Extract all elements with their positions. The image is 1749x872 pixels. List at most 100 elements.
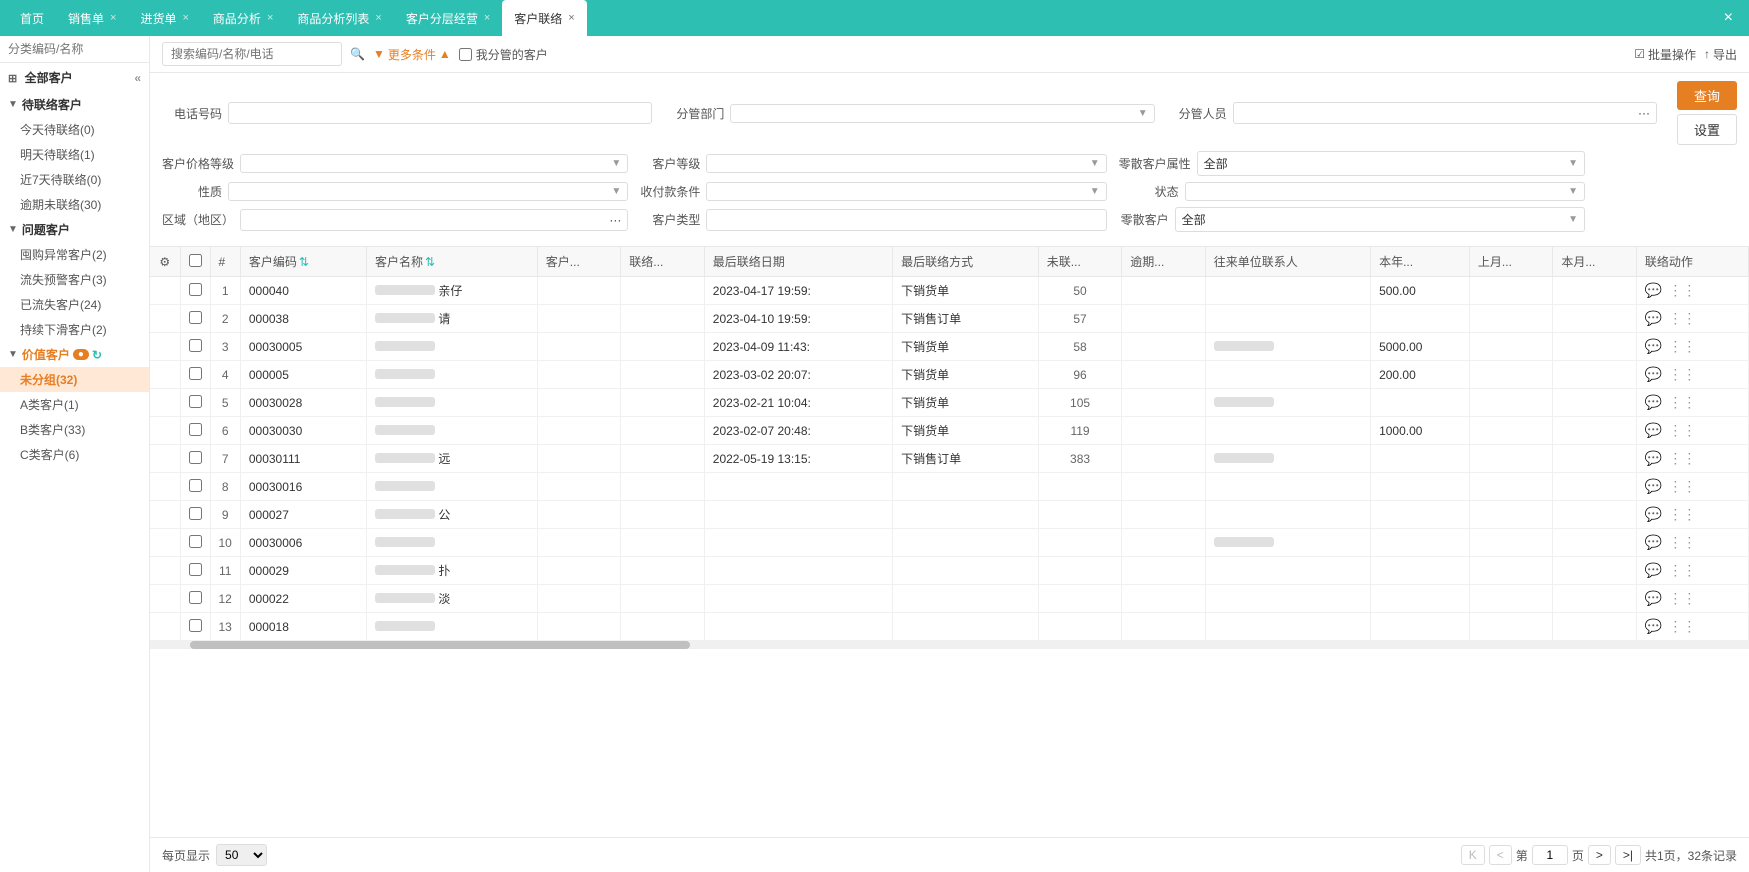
sidebar-item-today-pending[interactable]: 今天待联络(0) [0, 117, 149, 142]
tab-sales[interactable]: 销售单 × [56, 0, 128, 36]
row-checkbox[interactable] [189, 563, 202, 576]
contact-action-icon[interactable]: 💬 [1645, 422, 1662, 439]
contact-action-icon[interactable]: 💬 [1645, 478, 1662, 495]
contact-action-icon[interactable]: 💬 [1645, 310, 1662, 327]
more-action-icon[interactable]: ⋮⋮ [1668, 422, 1696, 439]
row-checkbox[interactable] [189, 283, 202, 296]
more-action-icon[interactable]: ⋮⋮ [1668, 534, 1696, 551]
row-checkbox-cell[interactable] [180, 277, 210, 305]
sidebar-item-declining[interactable]: 持续下滑客户(2) [0, 317, 149, 342]
region-dots-icon[interactable]: ··· [609, 213, 621, 227]
dept-select[interactable]: ▼ [730, 104, 1154, 123]
tab-customer-segment[interactable]: 客户分层经营 × [394, 0, 502, 36]
nav-close-button[interactable]: × [1716, 9, 1741, 27]
contact-action-icon[interactable]: 💬 [1645, 562, 1662, 579]
more-action-icon[interactable]: ⋮⋮ [1668, 562, 1696, 579]
row-checkbox[interactable] [189, 507, 202, 520]
query-button[interactable]: 查询 [1677, 81, 1737, 110]
more-action-icon[interactable]: ⋮⋮ [1668, 450, 1696, 467]
sidebar-group-pending[interactable]: ▼ 待联络客户 [0, 92, 149, 117]
row-checkbox[interactable] [189, 451, 202, 464]
row-checkbox-cell[interactable] [180, 557, 210, 585]
tab-product-analysis-list[interactable]: 商品分析列表 × [285, 0, 393, 36]
prev-page-btn[interactable]: < [1489, 845, 1512, 865]
all-customers-header[interactable]: ⊞ 全部客户 « [0, 63, 149, 92]
row-checkbox[interactable] [189, 619, 202, 632]
row-checkbox-cell[interactable] [180, 417, 210, 445]
more-action-icon[interactable]: ⋮⋮ [1668, 366, 1696, 383]
row-checkbox-cell[interactable] [180, 613, 210, 641]
row-checkbox-cell[interactable] [180, 305, 210, 333]
sidebar-item-class-a[interactable]: A类客户(1) [0, 392, 149, 417]
row-checkbox[interactable] [189, 423, 202, 436]
search-input[interactable] [162, 42, 342, 66]
tab-product-analysis[interactable]: 商品分析 × [201, 0, 285, 36]
row-checkbox-cell[interactable] [180, 389, 210, 417]
payment-select[interactable]: ▼ [706, 182, 1106, 201]
contact-action-icon[interactable]: 💬 [1645, 618, 1662, 635]
row-checkbox-cell[interactable] [180, 529, 210, 557]
more-conditions-btn[interactable]: ▼ 更多条件 ▲ [373, 46, 451, 63]
horizontal-scrollbar-thumb[interactable] [190, 641, 690, 649]
nature-select[interactable]: ▼ [228, 182, 628, 201]
retail-attr-select[interactable]: 全部 ▼ [1197, 151, 1585, 176]
bulk-operations-btn[interactable]: ☑ 批量操作 [1634, 46, 1696, 63]
sidebar-search-input[interactable] [8, 42, 150, 56]
contact-action-icon[interactable]: 💬 [1645, 338, 1662, 355]
price-grade-select[interactable]: ▼ [240, 154, 628, 173]
close-purchase-icon[interactable]: × [182, 12, 188, 24]
more-action-icon[interactable]: ⋮⋮ [1668, 282, 1696, 299]
sidebar-item-week-pending[interactable]: 近7天待联络(0) [0, 167, 149, 192]
contact-action-icon[interactable]: 💬 [1645, 590, 1662, 607]
sidebar-item-class-b[interactable]: B类客户(33) [0, 417, 149, 442]
reset-button[interactable]: 设置 [1677, 114, 1737, 145]
next-page-btn[interactable]: > [1588, 845, 1611, 865]
my-customers-checkbox[interactable]: 我分管的客户 [459, 46, 548, 63]
more-action-icon[interactable]: ⋮⋮ [1668, 478, 1696, 495]
row-checkbox-cell[interactable] [180, 501, 210, 529]
row-checkbox[interactable] [189, 395, 202, 408]
sidebar-item-churn-warning[interactable]: 流失预警客户(3) [0, 267, 149, 292]
close-product-analysis-icon[interactable]: × [267, 12, 273, 24]
row-checkbox-cell[interactable] [180, 333, 210, 361]
col-checkbox[interactable] [180, 247, 210, 277]
sidebar-item-ungrouped[interactable]: 未分组(32) [0, 367, 149, 392]
col-customer-code[interactable]: 客户编码 ⇅ [240, 247, 366, 277]
refresh-icon[interactable]: ↻ [92, 348, 102, 362]
contact-action-icon[interactable]: 💬 [1645, 282, 1662, 299]
page-size-select[interactable]: 50 20 100 [216, 844, 267, 866]
sidebar-item-churned[interactable]: 已流失客户(24) [0, 292, 149, 317]
person-input[interactable]: ··· [1233, 102, 1657, 124]
row-checkbox[interactable] [189, 367, 202, 380]
sidebar-item-class-c[interactable]: C类客户(6) [0, 442, 149, 467]
close-customer-segment-icon[interactable]: × [484, 12, 490, 24]
close-product-analysis-list-icon[interactable]: × [375, 12, 381, 24]
row-checkbox[interactable] [189, 535, 202, 548]
row-checkbox-cell[interactable] [180, 473, 210, 501]
export-btn[interactable]: ↑ 导出 [1704, 46, 1737, 63]
sidebar-item-tomorrow-pending[interactable]: 明天待联络(1) [0, 142, 149, 167]
contact-action-icon[interactable]: 💬 [1645, 366, 1662, 383]
row-checkbox-cell[interactable] [180, 361, 210, 389]
more-action-icon[interactable]: ⋮⋮ [1668, 338, 1696, 355]
contact-action-icon[interactable]: 💬 [1645, 506, 1662, 523]
sidebar-group-value[interactable]: ▼ 价值客户 ● ↻ [0, 342, 149, 367]
customer-grade-select[interactable]: ▼ [706, 154, 1106, 173]
more-action-icon[interactable]: ⋮⋮ [1668, 618, 1696, 635]
first-page-btn[interactable]: K [1461, 845, 1485, 865]
row-checkbox-cell[interactable] [180, 585, 210, 613]
more-action-icon[interactable]: ⋮⋮ [1668, 394, 1696, 411]
search-icon[interactable]: 🔍 [350, 47, 365, 61]
retail-customer-select[interactable]: 全部 ▼ [1175, 207, 1585, 232]
close-sales-icon[interactable]: × [110, 12, 116, 24]
row-checkbox[interactable] [189, 479, 202, 492]
row-checkbox-cell[interactable] [180, 445, 210, 473]
status-select[interactable]: ▼ [1185, 182, 1585, 201]
page-number-input[interactable] [1532, 845, 1568, 865]
contact-action-icon[interactable]: 💬 [1645, 534, 1662, 551]
select-all-checkbox[interactable] [189, 254, 202, 267]
tab-purchase[interactable]: 进货单 × [128, 0, 200, 36]
row-checkbox[interactable] [189, 591, 202, 604]
region-select[interactable]: ··· [240, 209, 628, 231]
col-customer-name[interactable]: 客户名称 ⇅ [367, 247, 538, 277]
